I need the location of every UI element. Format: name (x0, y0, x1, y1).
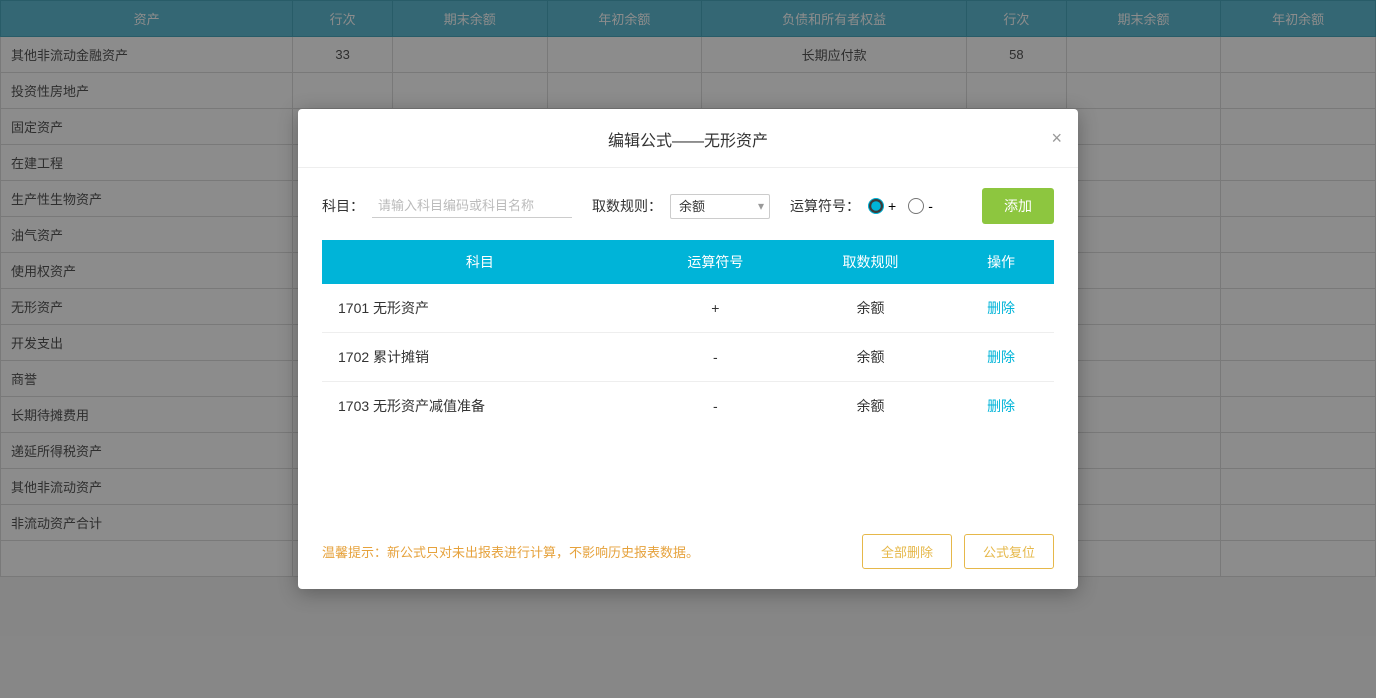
th-operator: 运算符号 (638, 240, 793, 284)
th-rule: 取数规则 (793, 240, 948, 284)
operator-plus-label: + (888, 198, 896, 214)
operator-plus-radio[interactable]: + (868, 198, 896, 214)
formula-row: 1703 无形资产减值准备-余额 删除 (322, 382, 1054, 431)
delete-all-button[interactable]: 全部删除 (862, 534, 952, 569)
operator-label: 运算符号： (790, 196, 860, 216)
subject-input[interactable] (372, 194, 572, 218)
th-subject: 科目 (322, 240, 638, 284)
modal-dialog: 编辑公式——无形资产 × 科目： 取数规则： 余额 借方 贷方 借方发生额 贷方… (298, 109, 1078, 589)
formula-row: 1701 无形资产+余额 删除 (322, 284, 1054, 333)
formula-action: 删除 (948, 333, 1054, 382)
rule-select-wrap: 余额 借方 贷方 借方发生额 贷方发生额 (670, 194, 770, 219)
operator-minus-input[interactable] (908, 198, 924, 214)
formula-operator: + (638, 284, 793, 333)
modal-header: 编辑公式——无形资产 × (298, 109, 1078, 168)
formula-subject: 1703 无形资产减值准备 (322, 382, 638, 431)
subject-label: 科目： (322, 196, 364, 216)
reset-formula-button[interactable]: 公式复位 (964, 534, 1054, 569)
formula-subject: 1701 无形资产 (322, 284, 638, 333)
modal-overlay: 编辑公式——无形资产 × 科目： 取数规则： 余额 借方 贷方 借方发生额 贷方… (0, 0, 1376, 698)
formula-action: 删除 (948, 382, 1054, 431)
th-action: 操作 (948, 240, 1054, 284)
operator-minus-radio[interactable]: - (908, 198, 933, 214)
footer-buttons: 全部删除 公式复位 (862, 534, 1054, 569)
formula-operator: - (638, 382, 793, 431)
modal-footer: 温馨提示：新公式只对未出报表进行计算，不影响历史报表数据。 全部删除 公式复位 (298, 518, 1078, 589)
modal-title: 编辑公式——无形资产 (608, 127, 768, 151)
table-header-row: 科目 运算符号 取数规则 操作 (322, 240, 1054, 284)
formula-row: 1702 累计摊销-余额 删除 (322, 333, 1054, 382)
formula-action: 删除 (948, 284, 1054, 333)
formula-operator: - (638, 333, 793, 382)
modal-close-button[interactable]: × (1051, 129, 1062, 147)
formula-subject: 1702 累计摊销 (322, 333, 638, 382)
rule-label: 取数规则： (592, 196, 662, 216)
operator-radio-group: + - (868, 198, 933, 214)
operator-plus-input[interactable] (868, 198, 884, 214)
add-button[interactable]: 添加 (982, 188, 1054, 224)
subject-group: 科目： (322, 194, 572, 218)
rule-select[interactable]: 余额 借方 贷方 借方发生额 贷方发生额 (670, 194, 770, 219)
formula-rule: 余额 (793, 382, 948, 431)
form-row: 科目： 取数规则： 余额 借方 贷方 借方发生额 贷方发生额 运算符号： (298, 168, 1078, 240)
formula-rule: 余额 (793, 333, 948, 382)
formula-rule: 余额 (793, 284, 948, 333)
delete-link[interactable]: 删除 (987, 300, 1015, 316)
delete-link[interactable]: 删除 (987, 349, 1015, 365)
footer-tip: 温馨提示：新公式只对未出报表进行计算，不影响历史报表数据。 (322, 542, 699, 561)
delete-link[interactable]: 删除 (987, 398, 1015, 414)
formula-table: 科目 运算符号 取数规则 操作 1701 无形资产+余额删除1702 累计摊销-… (322, 240, 1054, 430)
operator-group: 运算符号： + - (790, 196, 933, 216)
operator-minus-label: - (928, 198, 933, 214)
data-table-area: 科目 运算符号 取数规则 操作 1701 无形资产+余额删除1702 累计摊销-… (298, 240, 1078, 510)
rule-group: 取数规则： 余额 借方 贷方 借方发生额 贷方发生额 (592, 194, 770, 219)
